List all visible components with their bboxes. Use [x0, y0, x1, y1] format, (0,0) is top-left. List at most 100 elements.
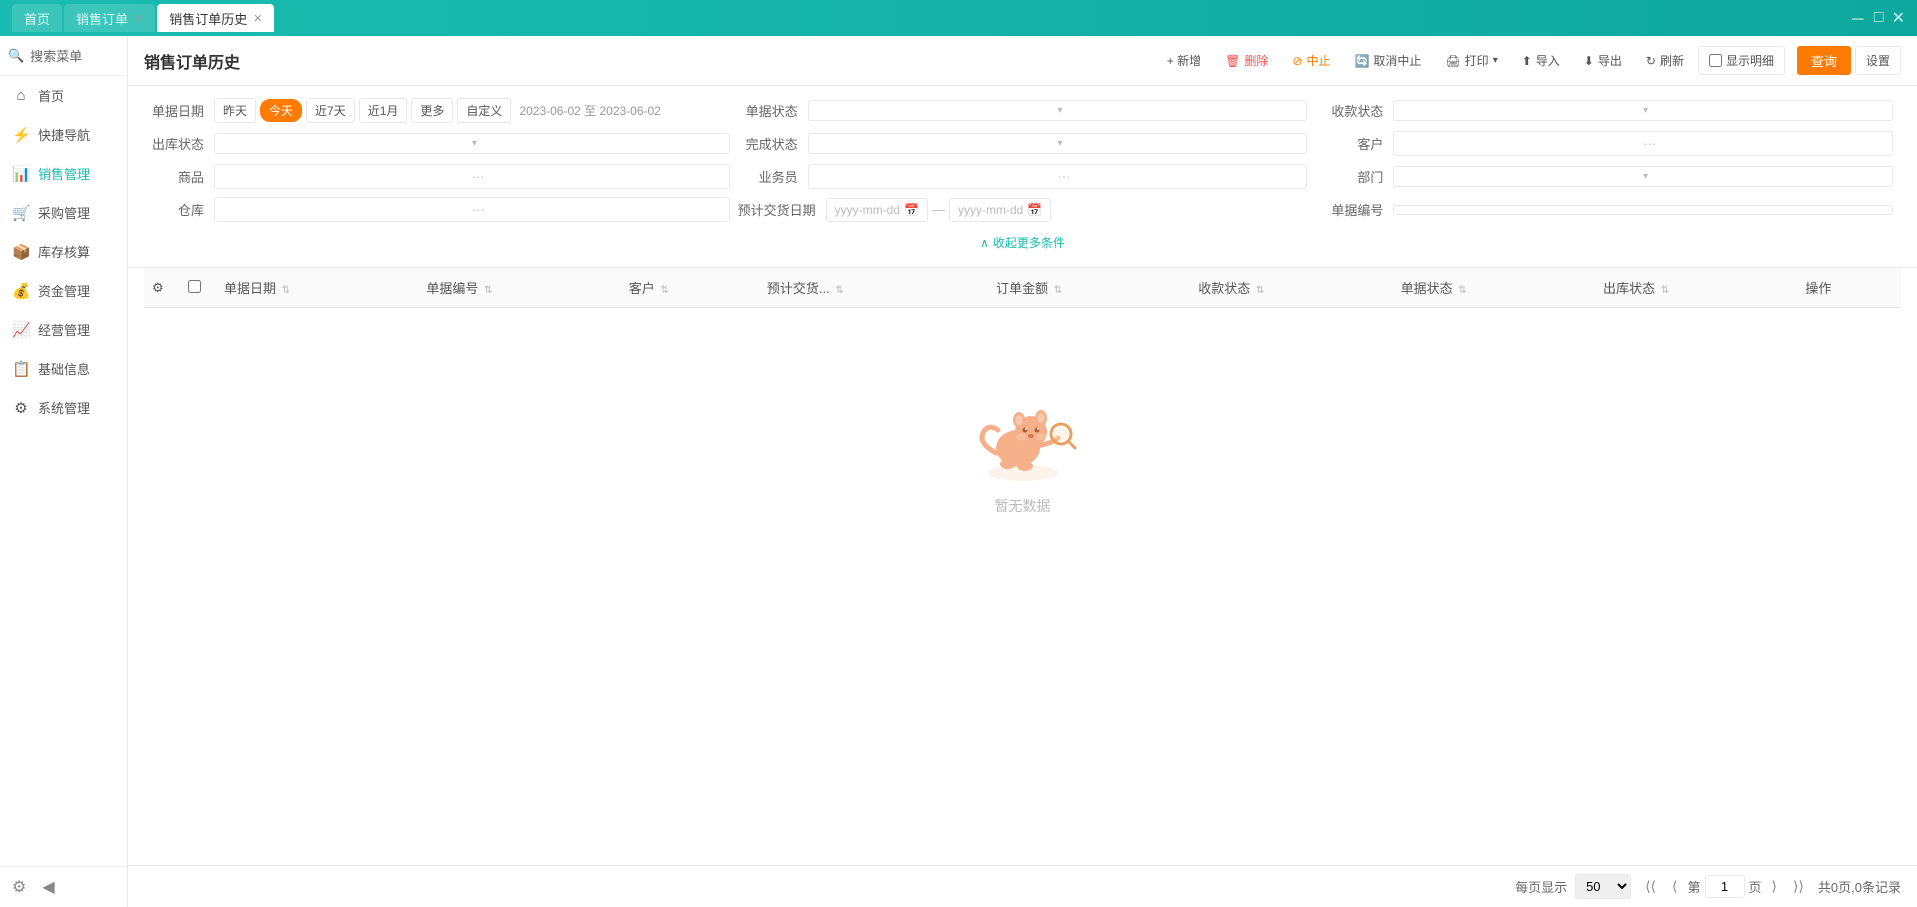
- date-btn-7days[interactable]: 近7天: [306, 98, 355, 123]
- payment-status-label: 收款状态: [1323, 101, 1393, 120]
- page-label: 第: [1687, 877, 1700, 896]
- import-button[interactable]: ⬆ 导入: [1512, 47, 1570, 74]
- minimize-button[interactable]: －: [1850, 6, 1866, 30]
- print-button[interactable]: 🖨 打印 ▾: [1435, 47, 1507, 74]
- date-btn-custom[interactable]: 自定义: [457, 98, 511, 123]
- sidebar-item-home[interactable]: ⌂ 首页: [0, 76, 127, 115]
- refresh-button[interactable]: ↻ 刷新: [1636, 47, 1694, 74]
- sidebar-item-sales[interactable]: 📊 销售管理: [0, 154, 127, 193]
- customer-label: 客户: [1323, 134, 1393, 153]
- sidebar-item-system[interactable]: ⚙ 系统管理: [0, 388, 127, 427]
- prev-page-button[interactable]: ⟨: [1666, 875, 1683, 898]
- payment-status-select[interactable]: ▾: [1393, 100, 1893, 121]
- th-amount[interactable]: 订单金额 ⇅: [988, 268, 1190, 308]
- page-number-input[interactable]: [1705, 875, 1745, 898]
- date-btn-today[interactable]: 今天: [260, 99, 302, 122]
- delivery-date-start-input[interactable]: yyyy-mm-dd 📅: [826, 198, 928, 222]
- last-page-button[interactable]: ⟩⟩: [1787, 875, 1810, 898]
- date-btn-yesterday[interactable]: 昨天: [214, 98, 256, 123]
- collapse-button[interactable]: ∧ 收起更多条件: [144, 230, 1901, 255]
- salesperson-input[interactable]: ···: [808, 164, 1308, 189]
- delivery-date-end-input[interactable]: yyyy-mm-dd 📅: [949, 198, 1051, 222]
- customer-input[interactable]: ···: [1393, 131, 1893, 156]
- display-detail-label: 显示明细: [1726, 52, 1774, 69]
- window-controls: － □ ✕: [1850, 6, 1905, 30]
- close-window-button[interactable]: ✕: [1892, 8, 1905, 28]
- payment-status-arrow-icon: ▾: [1643, 105, 1884, 116]
- print-arrow-icon: ▾: [1493, 55, 1498, 66]
- filter-row-3: 商品 ··· 业务员 ··· 部门: [144, 164, 1901, 189]
- cancel-stop-button[interactable]: 🔄 取消中止: [1344, 47, 1431, 74]
- th-number-sort-icon: ⇅: [484, 285, 492, 296]
- sidebar-item-operations-label: 经营管理: [38, 320, 90, 339]
- tab-sales-order[interactable]: 销售订单 ✕: [64, 4, 155, 32]
- export-button[interactable]: ⬇ 导出: [1574, 47, 1632, 74]
- select-all-checkbox[interactable]: [188, 280, 201, 293]
- table-body: 暂无数据: [144, 308, 1901, 597]
- department-select[interactable]: ▾: [1393, 166, 1893, 187]
- filter-complete-status-item: 完成状态 ▾: [730, 133, 1316, 154]
- filter-product-item: 商品 ···: [144, 164, 730, 189]
- filter-warehouse-item: 仓库 ···: [144, 197, 730, 222]
- top-bar: 首页 销售订单 ✕ 销售订单历史 ✕ － □ ✕: [0, 0, 1917, 36]
- tab-sales-order-history[interactable]: 销售订单历史 ✕: [157, 4, 274, 32]
- tab-sales-order-history-close[interactable]: ✕: [253, 12, 262, 25]
- th-payment-sort-icon: ⇅: [1256, 285, 1264, 296]
- tab-home[interactable]: 首页: [12, 4, 62, 32]
- sidebar-bottom: ⚙ ◀: [0, 866, 127, 907]
- th-order-status[interactable]: 单据状态 ⇅: [1393, 268, 1595, 308]
- th-customer[interactable]: 客户 ⇅: [621, 268, 759, 308]
- first-page-button[interactable]: ⟨⟨: [1639, 875, 1662, 898]
- warehouse-input[interactable]: ···: [214, 197, 730, 222]
- warehouse-status-select[interactable]: ▾: [214, 133, 730, 154]
- th-number[interactable]: 单据编号 ⇅: [418, 268, 620, 308]
- finance-icon: 💰: [12, 282, 30, 300]
- th-gear[interactable]: ⚙: [144, 268, 180, 308]
- sidebar-item-purchase[interactable]: 🛒 采购管理: [0, 193, 127, 232]
- tab-sales-order-close[interactable]: ✕: [134, 12, 143, 25]
- filter-section: 单据日期 昨天 今天 近7天 近1月 更多 自定义 2023-06-02 至 2…: [128, 86, 1917, 268]
- inventory-icon: 📦: [12, 243, 30, 261]
- sidebar-item-operations[interactable]: 📈 经营管理: [0, 310, 127, 349]
- next-page-button[interactable]: ⟩: [1766, 875, 1783, 898]
- sidebar-collapse-icon[interactable]: ◀: [42, 877, 54, 897]
- order-status-select[interactable]: ▾: [808, 100, 1308, 121]
- maximize-button[interactable]: □: [1874, 9, 1884, 27]
- sidebar-item-inventory[interactable]: 📦 库存核算: [0, 232, 127, 271]
- product-input[interactable]: ···: [214, 164, 730, 189]
- th-delivery[interactable]: 预计交货... ⇅: [759, 268, 988, 308]
- page-size-select[interactable]: 50 10 20 100: [1575, 874, 1631, 899]
- sidebar-settings-icon[interactable]: ⚙: [12, 877, 26, 897]
- date-btn-1month[interactable]: 近1月: [359, 98, 408, 123]
- sidebar-item-finance[interactable]: 💰 资金管理: [0, 271, 127, 310]
- page-suffix: 页: [1749, 877, 1762, 896]
- date-btn-more[interactable]: 更多: [411, 98, 453, 123]
- query-button[interactable]: 查询: [1797, 46, 1851, 75]
- basic-icon: 📋: [12, 360, 30, 378]
- new-button[interactable]: + 新增: [1157, 47, 1211, 74]
- display-detail-toggle[interactable]: 显示明细: [1698, 46, 1785, 75]
- display-detail-checkbox[interactable]: [1709, 54, 1722, 67]
- empty-illustration: [963, 388, 1083, 488]
- th-date[interactable]: 单据日期 ⇅: [216, 268, 418, 308]
- collapse-label: 收起更多条件: [993, 234, 1065, 251]
- delete-button[interactable]: 🗑 删除: [1215, 47, 1278, 74]
- stop-label: 中止: [1306, 52, 1330, 69]
- sidebar-search[interactable]: 🔍 搜索菜单: [0, 36, 127, 76]
- filter-date-item: 单据日期 昨天 今天 近7天 近1月 更多 自定义 2023-06-02 至 2…: [144, 98, 730, 123]
- sidebar-item-system-label: 系统管理: [38, 398, 90, 417]
- date-separator: —: [932, 202, 945, 217]
- settings-button[interactable]: 设置: [1855, 46, 1901, 75]
- th-checkbox[interactable]: [180, 268, 216, 308]
- sidebar-item-basic[interactable]: 📋 基础信息: [0, 349, 127, 388]
- home-icon: ⌂: [12, 87, 30, 104]
- order-number-input[interactable]: [1393, 205, 1893, 215]
- filter-salesperson-item: 业务员 ···: [730, 164, 1316, 189]
- calendar-start-icon: 📅: [904, 203, 919, 217]
- complete-status-select[interactable]: ▾: [808, 133, 1308, 154]
- th-warehouse-status[interactable]: 出库状态 ⇅: [1595, 268, 1797, 308]
- department-arrow-icon: ▾: [1643, 171, 1884, 182]
- th-payment[interactable]: 收款状态 ⇅: [1190, 268, 1392, 308]
- sidebar-item-quick-nav[interactable]: ⚡ 快捷导航: [0, 115, 127, 154]
- stop-button[interactable]: ⊘ 中止: [1282, 47, 1340, 74]
